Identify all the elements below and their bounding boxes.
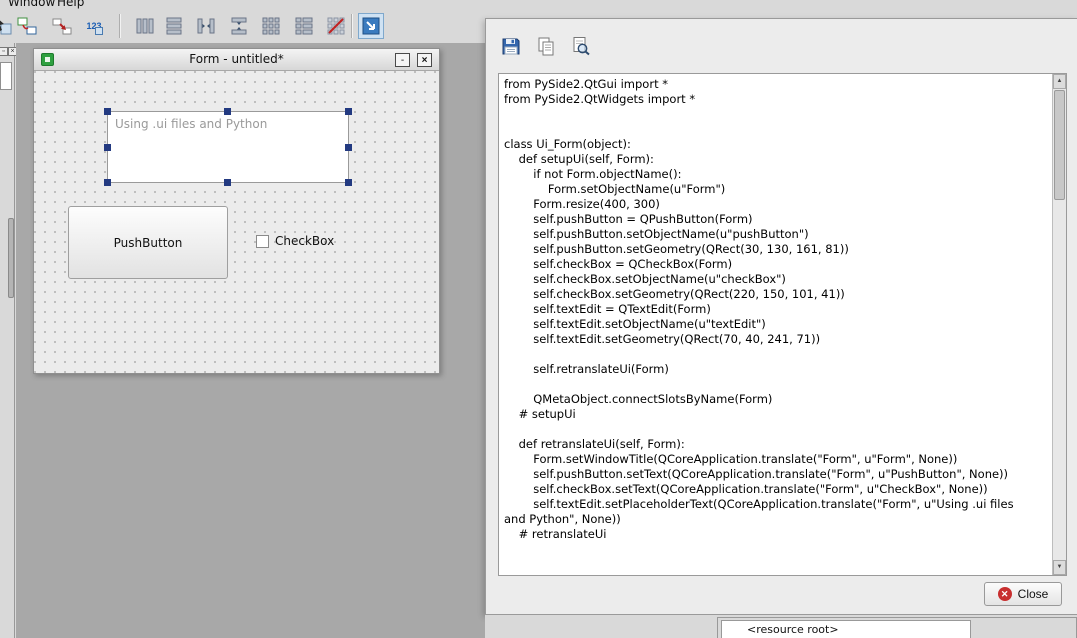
- tab-order-square: [95, 27, 103, 35]
- edit-buddies-glyph: [52, 16, 72, 36]
- edit-widgets-glyph: [0, 16, 13, 36]
- resize-handle-e[interactable]: [345, 144, 352, 151]
- break-layout-icon[interactable]: [323, 13, 349, 39]
- find-icon[interactable]: [568, 33, 594, 59]
- menu-window[interactable]: Window: [8, 0, 55, 9]
- resource-root-item[interactable]: <resource root>: [721, 620, 971, 638]
- edit-tab-order-icon[interactable]: 123: [81, 13, 107, 39]
- code-scrollbar[interactable]: ▲ ▼: [1052, 74, 1066, 575]
- close-button[interactable]: ×: [417, 53, 432, 67]
- layout-horizontal-icon[interactable]: [132, 13, 158, 39]
- find-glyph: [571, 36, 591, 56]
- textedit-placeholder: Using .ui files and Python: [108, 112, 348, 136]
- adjust-size-icon[interactable]: [358, 13, 384, 39]
- save-icon[interactable]: [498, 33, 524, 59]
- layout-splitter-vertical-icon[interactable]: [226, 13, 252, 39]
- layout-form-glyph: [294, 16, 314, 36]
- dock-float-icon[interactable]: ▫: [0, 47, 8, 56]
- checkbox-widget[interactable]: CheckBox: [256, 233, 334, 249]
- adjust-size-glyph: [361, 16, 381, 36]
- checkbox-label: CheckBox: [275, 234, 334, 248]
- toolbar-separator: [119, 14, 121, 38]
- edit-signals-slots-glyph: [17, 16, 37, 36]
- layout-grid-glyph: [261, 16, 281, 36]
- resize-handle-s[interactable]: [224, 179, 231, 186]
- layout-splitter-vertical-glyph: [229, 16, 249, 36]
- form-canvas[interactable]: Using .ui files and Python PushButton Ch…: [34, 71, 439, 373]
- dialog-close-button[interactable]: ✕ Close: [984, 582, 1062, 606]
- resize-handle-w[interactable]: [104, 144, 111, 151]
- edit-buddies-icon[interactable]: [49, 13, 75, 39]
- scroll-up-icon[interactable]: ▲: [1053, 74, 1066, 89]
- layout-vertical-icon[interactable]: [161, 13, 187, 39]
- resize-handle-sw[interactable]: [104, 179, 111, 186]
- textedit-widget[interactable]: Using .ui files and Python: [107, 111, 349, 183]
- resize-handle-ne[interactable]: [345, 108, 352, 115]
- close-button-label: Close: [1018, 587, 1049, 601]
- checkbox-indicator[interactable]: [256, 235, 269, 248]
- menu-help[interactable]: Help: [57, 0, 84, 9]
- layout-vertical-glyph: [164, 16, 184, 36]
- resize-handle-se[interactable]: [345, 179, 352, 186]
- dock-scrollbar-thumb[interactable]: [8, 218, 14, 298]
- generated-code: from PySide2.QtGui import * from PySide2…: [504, 77, 1054, 572]
- scrollbar-thumb[interactable]: [1054, 90, 1065, 200]
- save-glyph: [501, 36, 521, 56]
- menu-bar: Window Help: [0, 0, 1077, 9]
- layout-form-icon[interactable]: [291, 13, 317, 39]
- form-window-title: Form - untitled*: [34, 52, 439, 66]
- layout-horizontal-glyph: [135, 16, 155, 36]
- scroll-down-icon[interactable]: ▼: [1053, 560, 1066, 575]
- edit-signals-slots-icon[interactable]: [14, 13, 40, 39]
- toolbar-separator: [351, 14, 353, 38]
- qt-designer-window: Window Help 123: [0, 0, 1077, 638]
- resize-handle-nw[interactable]: [104, 108, 111, 115]
- resource-browser-dock: <resource root>: [717, 617, 1077, 638]
- pushbutton-widget[interactable]: PushButton: [68, 206, 228, 279]
- minimize-button[interactable]: -: [395, 53, 410, 67]
- widget-box-dock: ▫ ×: [0, 43, 15, 638]
- code-view[interactable]: from PySide2.QtGui import * from PySide2…: [498, 73, 1067, 576]
- layout-splitter-horizontal-icon[interactable]: [193, 13, 219, 39]
- code-preview-dialog: from PySide2.QtGui import * from PySide2…: [485, 18, 1077, 615]
- break-layout-glyph: [326, 16, 346, 36]
- layout-splitter-horizontal-glyph: [196, 16, 216, 36]
- close-circle-icon: ✕: [998, 587, 1012, 601]
- code-dialog-toolbar: [498, 33, 594, 61]
- widget-filter-input[interactable]: [0, 62, 12, 90]
- form-titlebar[interactable]: Form - untitled* - ×: [34, 49, 439, 71]
- layout-grid-icon[interactable]: [258, 13, 284, 39]
- copy-glyph: [536, 36, 556, 56]
- form-editor-window: Form - untitled* - × Using .ui files and…: [33, 48, 440, 374]
- copy-icon[interactable]: [533, 33, 559, 59]
- resize-handle-n[interactable]: [224, 108, 231, 115]
